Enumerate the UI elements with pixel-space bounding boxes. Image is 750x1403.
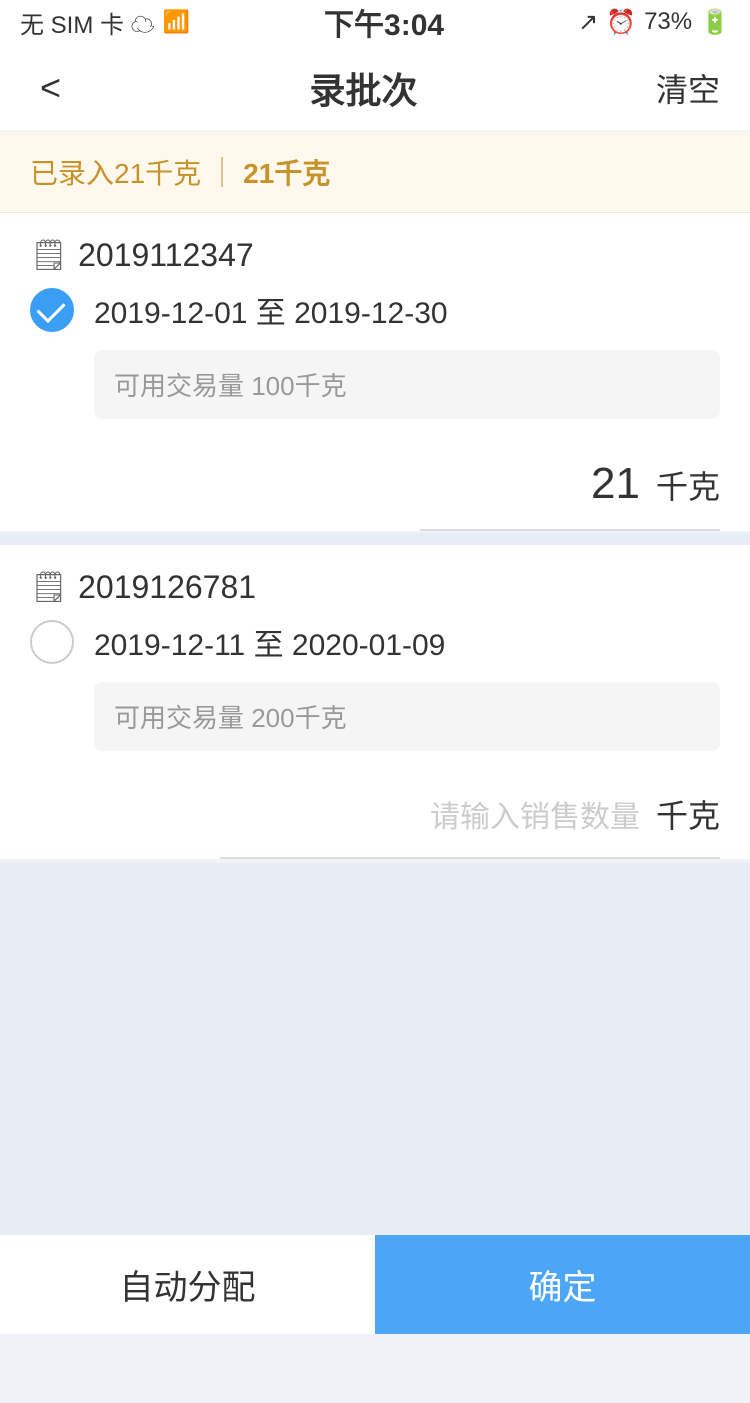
input-placeholder-2: 请输入销售数量 — [430, 792, 640, 836]
page-title: 录批次 — [310, 62, 418, 114]
alarm-icon: ⏰ — [606, 8, 636, 37]
summary-label: 已录入21千克 — [30, 152, 201, 192]
summary-bar: 已录入21千克 21千克 — [0, 132, 750, 213]
batch-card-1: 🗒 2019112347 2019-12-01 至 2019-12-30 可用交… — [0, 213, 750, 531]
input-divider-2 — [220, 857, 720, 859]
section-divider — [0, 533, 750, 545]
status-time: 下午3:04 — [324, 0, 444, 44]
amount-row-1: 21 千克 — [0, 443, 750, 529]
auto-distribute-button[interactable]: 自动分配 — [0, 1235, 375, 1334]
amount-divider-1 — [420, 529, 720, 531]
summary-value: 21千克 — [243, 152, 330, 192]
batch-available-2: 可用交易量 200千克 — [94, 682, 720, 751]
battery-label: 73% — [644, 8, 692, 36]
batch-radio-2[interactable] — [30, 620, 74, 664]
batch-date-text-2: 2019-12-11 至 2020-01-09 — [94, 620, 445, 664]
batch-id-row-2: 🗒 2019126781 — [30, 569, 720, 606]
confirm-button[interactable]: 确定 — [375, 1235, 750, 1334]
summary-divider — [221, 157, 223, 187]
batch-doc-icon-2: 🗒 — [30, 570, 68, 605]
back-button[interactable]: < — [30, 57, 71, 119]
amount-value-1: 21 — [591, 459, 640, 509]
amount-unit-1: 千克 — [656, 462, 720, 508]
batch-date-row-2: 2019-12-11 至 2020-01-09 — [30, 620, 720, 664]
batch-date-row-1: 2019-12-01 至 2019-12-30 — [30, 288, 720, 332]
status-right: ↗ ⏰ 73% 🔋 — [578, 8, 730, 37]
bottom-bar: 自动分配 确定 — [0, 1234, 750, 1334]
batch-id-text-2: 2019126781 — [78, 569, 256, 606]
batch-radio-1[interactable] — [30, 288, 74, 332]
nav-bar: < 录批次 清空 — [0, 44, 750, 132]
batch-id-text-1: 2019112347 — [78, 237, 254, 274]
batch-item-2[interactable]: 🗒 2019126781 2019-12-11 至 2020-01-09 可用交… — [0, 545, 750, 751]
status-bar: 无 SIM 卡 ☁ 📶 下午3:04 ↗ ⏰ 73% 🔋 — [0, 0, 750, 44]
batch-id-row-1: 🗒 2019112347 — [30, 237, 720, 274]
batch-item-1[interactable]: 🗒 2019112347 2019-12-01 至 2019-12-30 可用交… — [0, 213, 750, 419]
batch-date-text-1: 2019-12-01 至 2019-12-30 — [94, 288, 448, 332]
batch-doc-icon-1: 🗒 — [30, 238, 68, 273]
input-row-2: 请输入销售数量 千克 — [0, 775, 750, 857]
clear-button[interactable]: 清空 — [656, 65, 720, 111]
wifi-icon: 📶 — [163, 9, 190, 35]
location-icon: ↗ — [578, 8, 598, 37]
status-left: 无 SIM 卡 ☁ 📶 — [20, 5, 190, 40]
no-sim-label: 无 SIM 卡 ☁ — [20, 5, 155, 40]
battery-icon: 🔋 — [700, 8, 730, 37]
input-unit-2: 千克 — [656, 791, 720, 837]
batch-card-2: 🗒 2019126781 2019-12-11 至 2020-01-09 可用交… — [0, 545, 750, 859]
batch-available-1: 可用交易量 100千克 — [94, 350, 720, 419]
